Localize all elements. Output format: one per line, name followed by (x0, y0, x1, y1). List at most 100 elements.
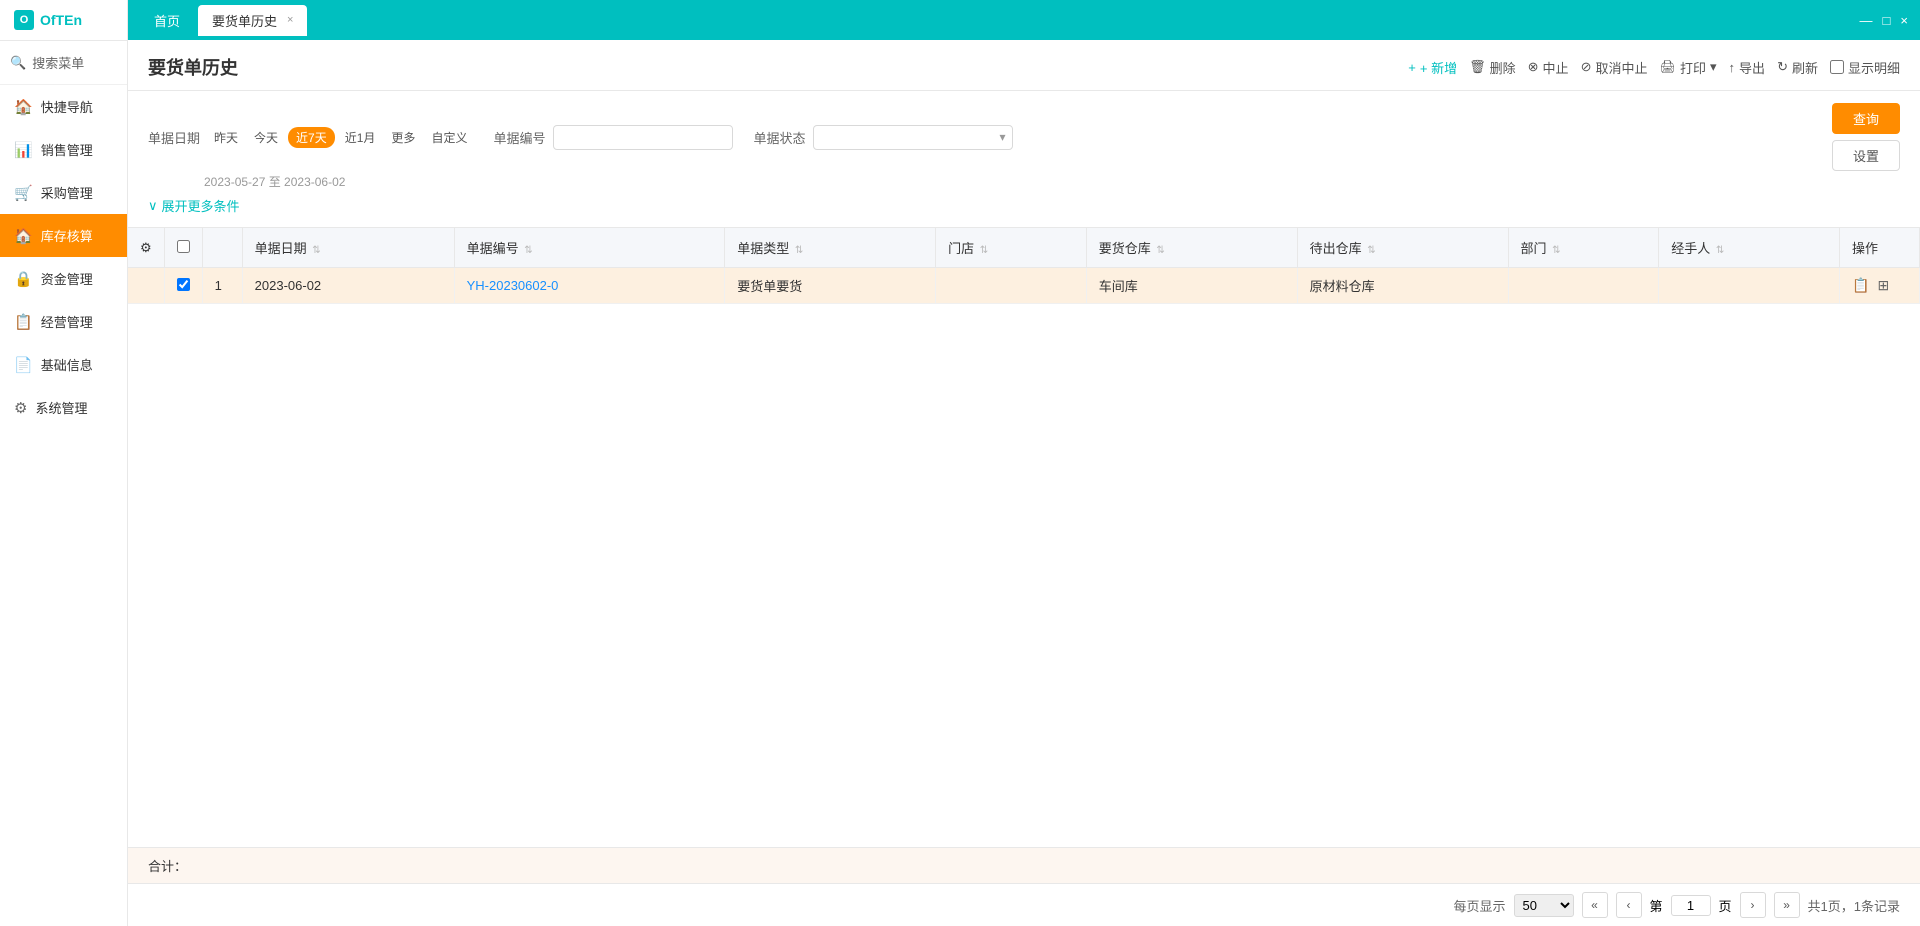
sidebar-item-quick-nav[interactable]: 🏠 快捷导航 (0, 85, 127, 128)
sidebar-item-label: 库存核算 (41, 226, 93, 245)
col-doc-number[interactable]: 单据编号 ⇅ (454, 228, 725, 268)
action-btns: 查询 设置 (1832, 103, 1900, 171)
col-operations: 操作 (1840, 228, 1920, 268)
date-filter-label: 单据日期 (148, 128, 200, 147)
col-handler[interactable]: 经手人 ⇅ (1659, 228, 1840, 268)
settings-gear-icon[interactable]: ⚙ (140, 240, 152, 255)
tab-active[interactable]: 要货单历史 × (198, 5, 307, 36)
prev-page-btn[interactable]: ‹ (1616, 892, 1642, 918)
doc-number-filter-group: 单据编号 (493, 125, 733, 150)
page-title: 要货单历史 (148, 54, 238, 80)
pagination: 每页显示 50 100 200 « ‹ 第 页 › » 共1页，1条记录 (128, 883, 1920, 926)
col-doc-date[interactable]: 单据日期 ⇅ (242, 228, 454, 268)
col-pending-warehouse[interactable]: 待出仓库 ⇅ (1297, 228, 1508, 268)
minimize-icon[interactable]: — (1860, 13, 1873, 28)
cell-checkbox (164, 268, 202, 304)
sidebar-search-label: 搜索菜单 (32, 53, 84, 72)
brand: O OfTEn (0, 0, 127, 41)
sidebar-item-purchase[interactable]: 🛒 采购管理 (0, 171, 127, 214)
sidebar-item-basic[interactable]: 📄 基础信息 (0, 343, 127, 386)
chevron-down-icon: ∨ (148, 198, 158, 214)
inventory-icon: 🏠 (14, 227, 33, 245)
cell-doc-number: YH-20230602-0 (454, 268, 725, 304)
refresh-button[interactable]: ↻ 刷新 (1777, 58, 1818, 77)
clipboard-icon: 📋 (14, 313, 33, 331)
sort-icon-handler: ⇅ (1716, 245, 1724, 256)
date-btn-1month[interactable]: 近1月 (339, 127, 382, 148)
maximize-icon[interactable]: □ (1883, 13, 1891, 28)
sidebar-item-finance[interactable]: 🔒 资金管理 (0, 257, 127, 300)
home-icon: 🏠 (14, 98, 33, 116)
cell-store (936, 268, 1087, 304)
export-button[interactable]: ↑ 导出 (1729, 58, 1766, 77)
system-icon: ⚙ (14, 399, 27, 417)
sidebar: O OfTEn 🔍 搜索菜单 🏠 快捷导航 📊 销售管理 🛒 采购管理 🏠 库存… (0, 0, 128, 926)
page-input[interactable] (1671, 895, 1711, 916)
row-checkbox[interactable] (177, 278, 190, 291)
col-req-warehouse[interactable]: 要货仓库 ⇅ (1086, 228, 1297, 268)
sidebar-item-operations[interactable]: 📋 经营管理 (0, 300, 127, 343)
last-page-btn[interactable]: » (1774, 892, 1800, 918)
table-row: 1 2023-06-02 YH-20230602-0 要货单要货 车间库 原材料… (128, 268, 1920, 304)
next-page-icon: › (1751, 898, 1755, 912)
brand-logo: O (14, 10, 34, 30)
select-all-checkbox[interactable] (177, 240, 190, 253)
summary-label: 合计： (148, 856, 187, 875)
sidebar-item-label: 经营管理 (41, 312, 93, 331)
stop-label: 中止 (1543, 58, 1569, 77)
date-btn-today[interactable]: 今天 (248, 127, 284, 148)
date-btn-custom[interactable]: 自定义 (425, 127, 473, 148)
sort-icon-req-warehouse: ⇅ (1156, 245, 1164, 256)
col-checkbox (164, 228, 202, 268)
refresh-label: 刷新 (1792, 58, 1818, 77)
col-department[interactable]: 部门 ⇅ (1508, 228, 1659, 268)
close-icon[interactable]: × (1900, 13, 1908, 28)
sidebar-item-label: 采购管理 (41, 183, 93, 202)
last-page-icon: » (1783, 898, 1790, 912)
sidebar-item-label: 资金管理 (41, 269, 93, 288)
cancel-stop-label: 取消中止 (1595, 58, 1647, 77)
tab-home[interactable]: 首页 (140, 5, 194, 36)
per-page-select[interactable]: 50 100 200 (1514, 894, 1574, 917)
date-btn-7days[interactable]: 近7天 (288, 127, 335, 148)
sort-icon-doc-date: ⇅ (312, 245, 320, 256)
edit-icon[interactable]: ⊞ (1877, 277, 1889, 294)
delete-button[interactable]: 🗑 删除 (1469, 58, 1516, 77)
sidebar-search[interactable]: 🔍 搜索菜单 (0, 41, 127, 85)
tab-home-label: 首页 (154, 11, 180, 30)
doc-number-input[interactable] (553, 125, 733, 150)
sidebar-item-system[interactable]: ⚙ 系统管理 (0, 386, 127, 429)
cell-pending-warehouse: 原材料仓库 (1297, 268, 1508, 304)
col-doc-type[interactable]: 单据类型 ⇅ (725, 228, 936, 268)
first-page-btn[interactable]: « (1582, 892, 1608, 918)
print-button[interactable]: 🖨 打印 ▾ (1659, 58, 1716, 77)
date-range-text: 2023-05-27 至 2023-06-02 (204, 175, 345, 189)
expand-more-btn[interactable]: ∨ 展开更多条件 (148, 196, 1900, 215)
show-detail-button[interactable]: 显示明细 (1830, 58, 1900, 77)
cell-settings (128, 268, 164, 304)
doc-number-link[interactable]: YH-20230602-0 (467, 278, 559, 293)
col-store[interactable]: 门店 ⇅ (936, 228, 1087, 268)
sidebar-item-label: 基础信息 (41, 355, 93, 374)
show-detail-checkbox[interactable] (1830, 60, 1844, 74)
sidebar-item-label: 系统管理 (35, 398, 87, 417)
new-button[interactable]: + + 新增 (1408, 58, 1457, 77)
col-index (202, 228, 242, 268)
next-page-btn[interactable]: › (1740, 892, 1766, 918)
settings-button[interactable]: 设置 (1832, 140, 1900, 171)
cell-doc-type: 要货单要货 (725, 268, 936, 304)
expand-label: 展开更多条件 (162, 196, 240, 215)
status-select[interactable] (813, 125, 1013, 150)
date-btn-yesterday[interactable]: 昨天 (208, 127, 244, 148)
query-button[interactable]: 查询 (1832, 103, 1900, 134)
sidebar-item-sales[interactable]: 📊 销售管理 (0, 128, 127, 171)
date-btn-more[interactable]: 更多 (385, 127, 421, 148)
status-filter-group: 单据状态 ▾ (753, 125, 1013, 150)
view-icon[interactable]: 📋 (1852, 277, 1869, 294)
cell-handler (1659, 268, 1840, 304)
cancel-stop-button[interactable]: ⊘ 取消中止 (1581, 58, 1648, 77)
sidebar-item-inventory[interactable]: 🏠 库存核算 (0, 214, 127, 257)
print-dropdown-icon: ▾ (1710, 59, 1717, 75)
tab-close-icon[interactable]: × (287, 14, 293, 26)
stop-button[interactable]: ⊗ 中止 (1528, 58, 1569, 77)
